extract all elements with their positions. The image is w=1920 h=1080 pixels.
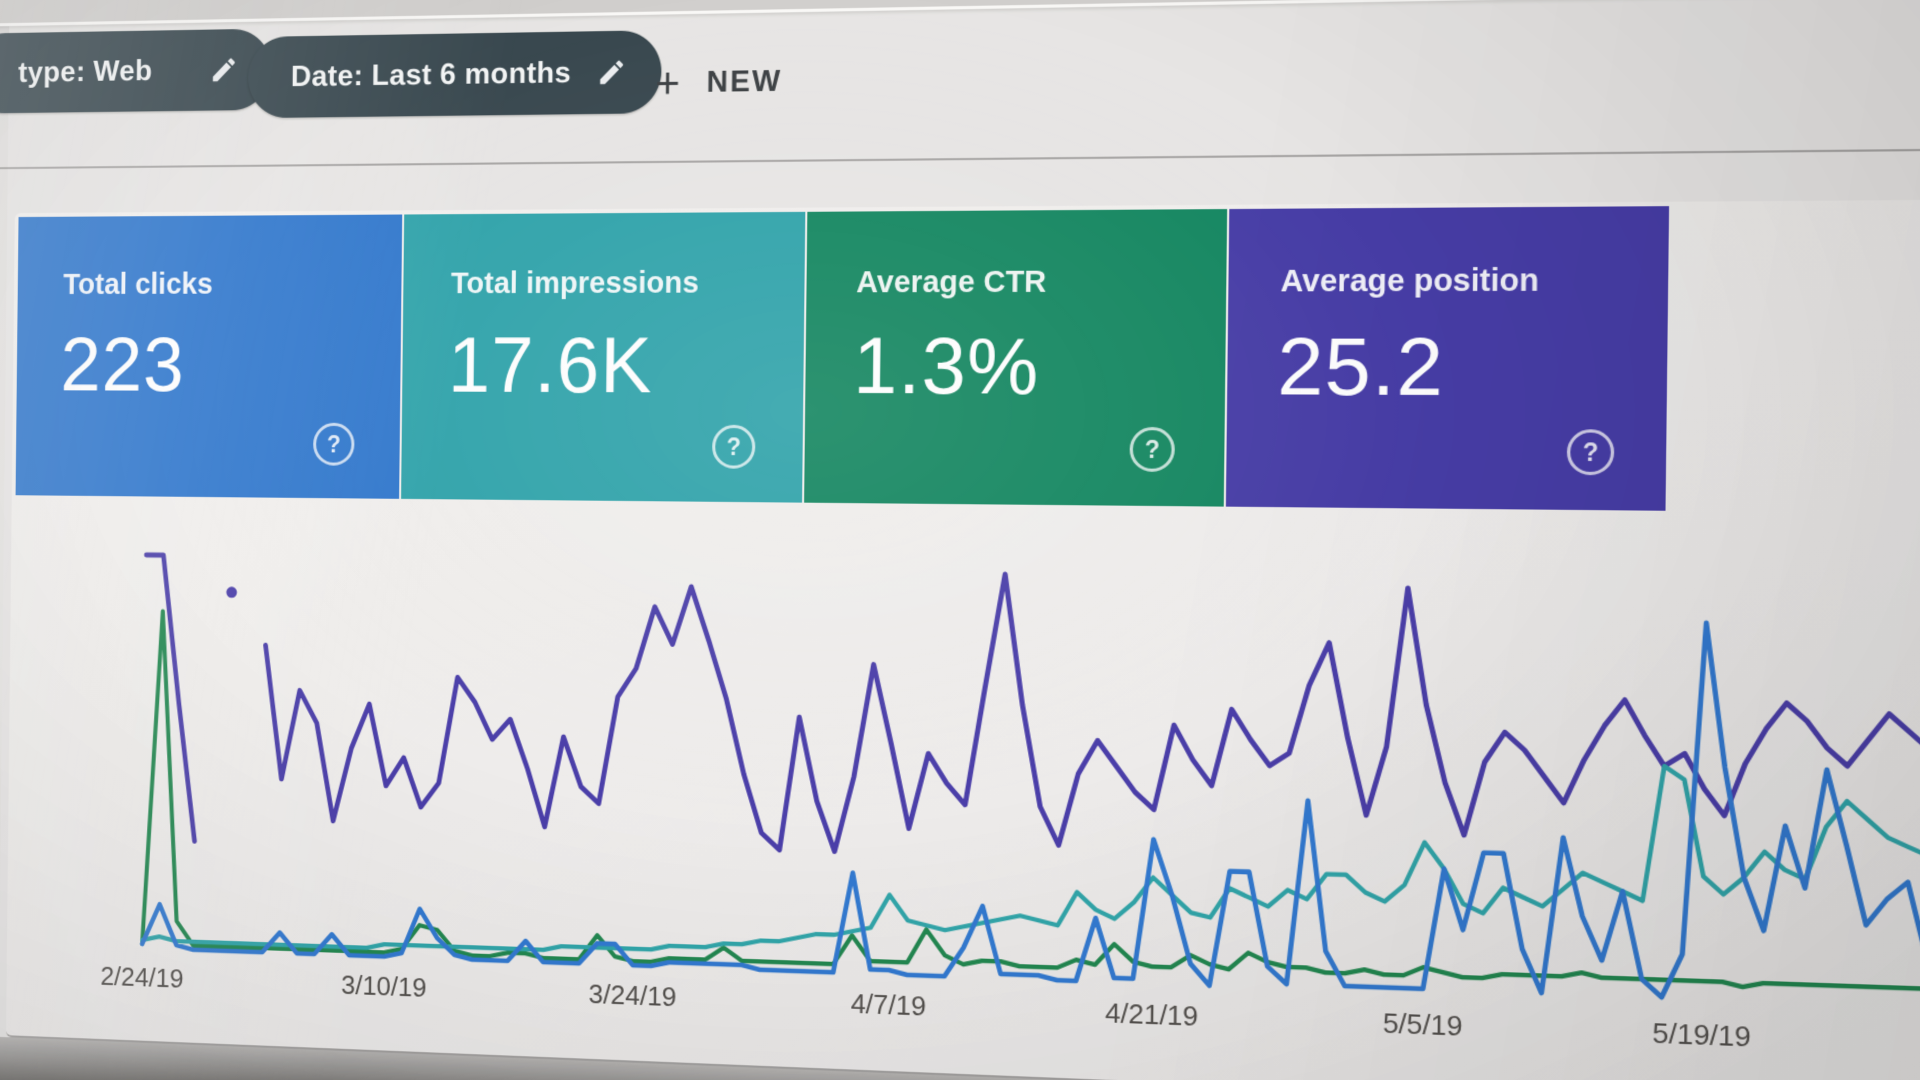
- date-filter-chip[interactable]: Date: Last 6 months: [248, 30, 662, 118]
- metric-card-total-impressions[interactable]: Total impressions 17.6K ?: [401, 212, 805, 503]
- chart-line-position: [264, 564, 1920, 884]
- photo-background: type: Web Date: Last 6 months + NEW La T…: [0, 0, 1920, 1080]
- metric-card-total-clicks[interactable]: Total clicks 223 ?: [16, 215, 403, 499]
- search-type-filter-label: type: Web: [18, 54, 200, 90]
- edit-icon[interactable]: [596, 57, 627, 88]
- new-filter-button[interactable]: + NEW: [655, 59, 783, 104]
- performance-chart-canvas[interactable]: [132, 539, 1920, 1023]
- chart-point-position: [226, 587, 237, 598]
- x-axis-label: 2/24/19: [75, 960, 210, 996]
- monitor-screen: type: Web Date: Last 6 months + NEW La T…: [0, 0, 1920, 1080]
- help-icon[interactable]: ?: [1129, 427, 1175, 472]
- monitor-top-edge: [0, 0, 1920, 27]
- edit-icon[interactable]: [209, 54, 238, 85]
- chart-line-ctr: [142, 611, 1920, 1009]
- help-icon[interactable]: ?: [313, 423, 355, 466]
- metric-card-value: 17.6K: [448, 321, 653, 411]
- x-axis-label: 3/24/19: [562, 977, 704, 1014]
- search-type-filter-chip[interactable]: type: Web: [0, 29, 272, 114]
- metric-card-average-position[interactable]: Average position 25.2 ?: [1226, 206, 1669, 511]
- date-filter-label: Date: Last 6 months: [291, 56, 587, 94]
- metric-card-value: 223: [60, 321, 185, 409]
- metric-card-value: 1.3%: [853, 320, 1040, 412]
- x-axis-label: 4/7/19: [815, 986, 961, 1024]
- chart-line-impressions: [142, 655, 1920, 1004]
- metric-card-average-ctr[interactable]: Average CTR 1.3% ?: [804, 209, 1227, 507]
- help-icon[interactable]: ?: [1567, 429, 1615, 475]
- metric-card-label: Total clicks: [63, 268, 213, 302]
- metric-card-label: Average CTR: [856, 265, 1046, 300]
- plus-icon: +: [655, 61, 680, 105]
- performance-chart[interactable]: 2/24/19 3/10/19 3/24/19 4/7/19 4/21/19 5/5/19…: [0, 529, 1920, 1080]
- x-axis-label: 4/21/19: [1077, 996, 1228, 1035]
- metric-card-label: Average position: [1280, 264, 1539, 300]
- help-icon[interactable]: ?: [712, 425, 756, 469]
- x-axis-label: 3/10/19: [315, 968, 453, 1005]
- metric-card-label: Total impressions: [451, 267, 699, 302]
- new-filter-button-label: NEW: [706, 64, 782, 99]
- x-axis-label: 5/5/19: [1345, 1005, 1500, 1044]
- metric-card-value: 25.2: [1277, 320, 1445, 414]
- x-axis-label: 6/2/19: [1907, 1026, 1920, 1067]
- metric-cards-row: Total clicks 223 ? Total impressions 17.…: [16, 206, 1672, 511]
- x-axis-label: 5/19/19: [1622, 1015, 1782, 1055]
- header-divider: [0, 146, 1920, 169]
